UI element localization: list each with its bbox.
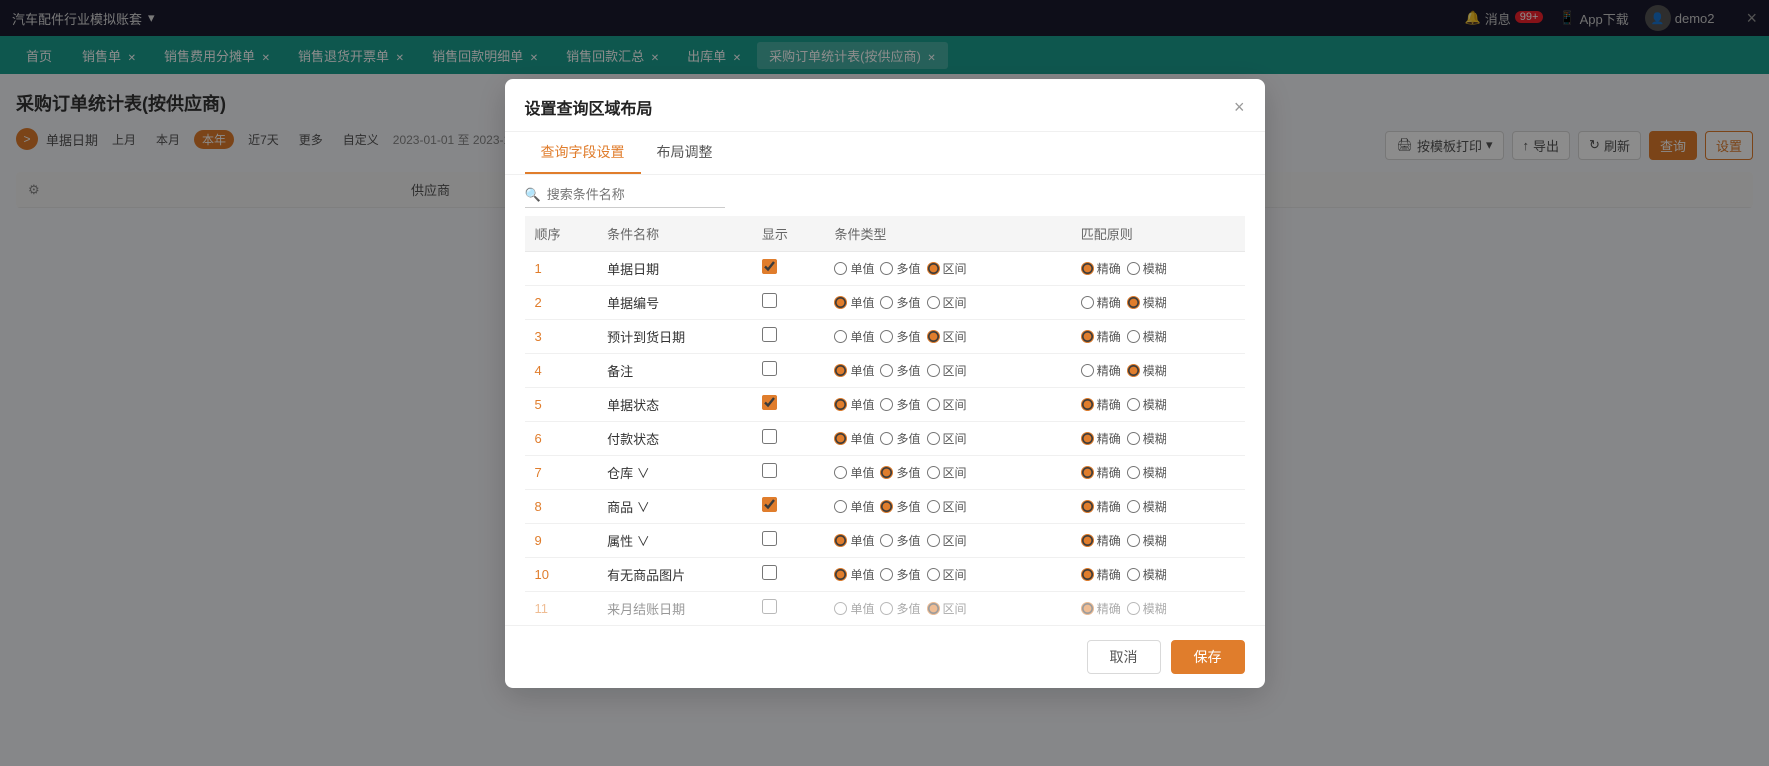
row-name: 单据状态 <box>597 387 752 421</box>
table-row: 2单据编号 单值多值区间精确模糊 <box>525 285 1245 319</box>
row-name: 单据日期 <box>597 251 752 285</box>
row-name: 备注 <box>597 353 752 387</box>
row-num: 1 <box>525 251 598 285</box>
display-checkbox[interactable] <box>762 497 777 512</box>
row-type: 单值多值区间 <box>824 523 1070 557</box>
row-match: 精确模糊 <box>1071 455 1245 489</box>
row-num: 9 <box>525 523 598 557</box>
row-match: 精确模糊 <box>1071 591 1245 625</box>
row-match: 精确模糊 <box>1071 421 1245 455</box>
dialog-header: 设置查询区域布局 × <box>505 79 1265 132</box>
save-btn[interactable]: 保存 <box>1171 640 1245 674</box>
row-type: 单值多值区间 <box>824 285 1070 319</box>
row-display <box>752 353 825 387</box>
row-match: 精确模糊 <box>1071 319 1245 353</box>
row-match: 精确模糊 <box>1071 523 1245 557</box>
row-type: 单值多值区间 <box>824 557 1070 591</box>
display-checkbox[interactable] <box>762 395 777 410</box>
row-num: 10 <box>525 557 598 591</box>
search-icon: 🔍 <box>525 187 541 203</box>
row-type: 单值多值区间 <box>824 591 1070 625</box>
dialog-search-area: 🔍 <box>505 175 1265 216</box>
dialog-footer: 取消 保存 <box>505 625 1265 688</box>
row-type: 单值多值区间 <box>824 489 1070 523</box>
row-display <box>752 523 825 557</box>
table-row: 7仓库 ∨ 单值多值区间精确模糊 <box>525 455 1245 489</box>
table-row: 4备注 单值多值区间精确模糊 <box>525 353 1245 387</box>
row-name: 来月结账日期 <box>597 591 752 625</box>
row-num: 6 <box>525 421 598 455</box>
display-checkbox[interactable] <box>762 361 777 376</box>
row-num: 4 <box>525 353 598 387</box>
table-row: 11来月结账日期 单值多值区间精确模糊 <box>525 591 1245 625</box>
th-name: 条件名称 <box>597 216 752 252</box>
display-checkbox[interactable] <box>762 327 777 342</box>
display-checkbox[interactable] <box>762 259 777 274</box>
row-match: 精确模糊 <box>1071 353 1245 387</box>
row-match: 精确模糊 <box>1071 251 1245 285</box>
table-row: 3预计到货日期 单值多值区间精确模糊 <box>525 319 1245 353</box>
row-name: 付款状态 <box>597 421 752 455</box>
row-display <box>752 319 825 353</box>
row-type: 单值多值区间 <box>824 387 1070 421</box>
row-type: 单值多值区间 <box>824 251 1070 285</box>
cancel-btn[interactable]: 取消 <box>1087 640 1161 674</box>
dialog: 设置查询区域布局 × 查询字段设置 布局调整 🔍 顺序 条件名称 显示 <box>505 79 1265 688</box>
dialog-tab-1[interactable]: 布局调整 <box>641 132 729 174</box>
search-box: 🔍 <box>525 187 725 208</box>
row-match: 精确模糊 <box>1071 557 1245 591</box>
table-row: 6付款状态 单值多值区间精确模糊 <box>525 421 1245 455</box>
dialog-close-btn[interactable]: × <box>1234 98 1245 116</box>
row-display <box>752 489 825 523</box>
search-input[interactable] <box>547 187 707 202</box>
row-num: 5 <box>525 387 598 421</box>
row-num: 2 <box>525 285 598 319</box>
table-row: 8商品 ∨ 单值多值区间精确模糊 <box>525 489 1245 523</box>
row-num: 7 <box>525 455 598 489</box>
th-type: 条件类型 <box>824 216 1070 252</box>
row-type: 单值多值区间 <box>824 353 1070 387</box>
row-name: 属性 ∨ <box>597 523 752 557</box>
table-row: 1单据日期 单值多值区间精确模糊 <box>525 251 1245 285</box>
row-display <box>752 421 825 455</box>
th-display: 显示 <box>752 216 825 252</box>
row-name: 有无商品图片 <box>597 557 752 591</box>
row-name: 单据编号 <box>597 285 752 319</box>
conditions-table: 顺序 条件名称 显示 条件类型 匹配原则 1单据日期单值多值区间精确模糊2单据编… <box>525 216 1245 625</box>
th-order: 顺序 <box>525 216 598 252</box>
row-name: 仓库 ∨ <box>597 455 752 489</box>
row-match: 精确模糊 <box>1071 285 1245 319</box>
display-checkbox[interactable] <box>762 429 777 444</box>
display-checkbox[interactable] <box>762 565 777 580</box>
row-num: 11 <box>525 591 598 625</box>
display-checkbox[interactable] <box>762 463 777 478</box>
dialog-body: 顺序 条件名称 显示 条件类型 匹配原则 1单据日期单值多值区间精确模糊2单据编… <box>505 216 1265 625</box>
row-display <box>752 285 825 319</box>
row-num: 3 <box>525 319 598 353</box>
row-match: 精确模糊 <box>1071 489 1245 523</box>
row-name: 预计到货日期 <box>597 319 752 353</box>
row-match: 精确模糊 <box>1071 387 1245 421</box>
th-match: 匹配原则 <box>1071 216 1245 252</box>
row-display <box>752 455 825 489</box>
row-type: 单值多值区间 <box>824 455 1070 489</box>
display-checkbox[interactable] <box>762 531 777 546</box>
row-num: 8 <box>525 489 598 523</box>
row-type: 单值多值区间 <box>824 421 1070 455</box>
display-checkbox[interactable] <box>762 293 777 308</box>
row-display <box>752 591 825 625</box>
table-row: 5单据状态 单值多值区间精确模糊 <box>525 387 1245 421</box>
row-display <box>752 557 825 591</box>
table-row: 10有无商品图片 单值多值区间精确模糊 <box>525 557 1245 591</box>
row-type: 单值多值区间 <box>824 319 1070 353</box>
row-display <box>752 387 825 421</box>
table-row: 9属性 ∨ 单值多值区间精确模糊 <box>525 523 1245 557</box>
row-display <box>752 251 825 285</box>
display-checkbox[interactable] <box>762 599 777 614</box>
dialog-tab-0[interactable]: 查询字段设置 <box>525 132 641 174</box>
modal-overlay: 设置查询区域布局 × 查询字段设置 布局调整 🔍 顺序 条件名称 显示 <box>0 0 1769 766</box>
dialog-title: 设置查询区域布局 <box>525 95 653 119</box>
dialog-tabs: 查询字段设置 布局调整 <box>505 132 1265 175</box>
row-name: 商品 ∨ <box>597 489 752 523</box>
